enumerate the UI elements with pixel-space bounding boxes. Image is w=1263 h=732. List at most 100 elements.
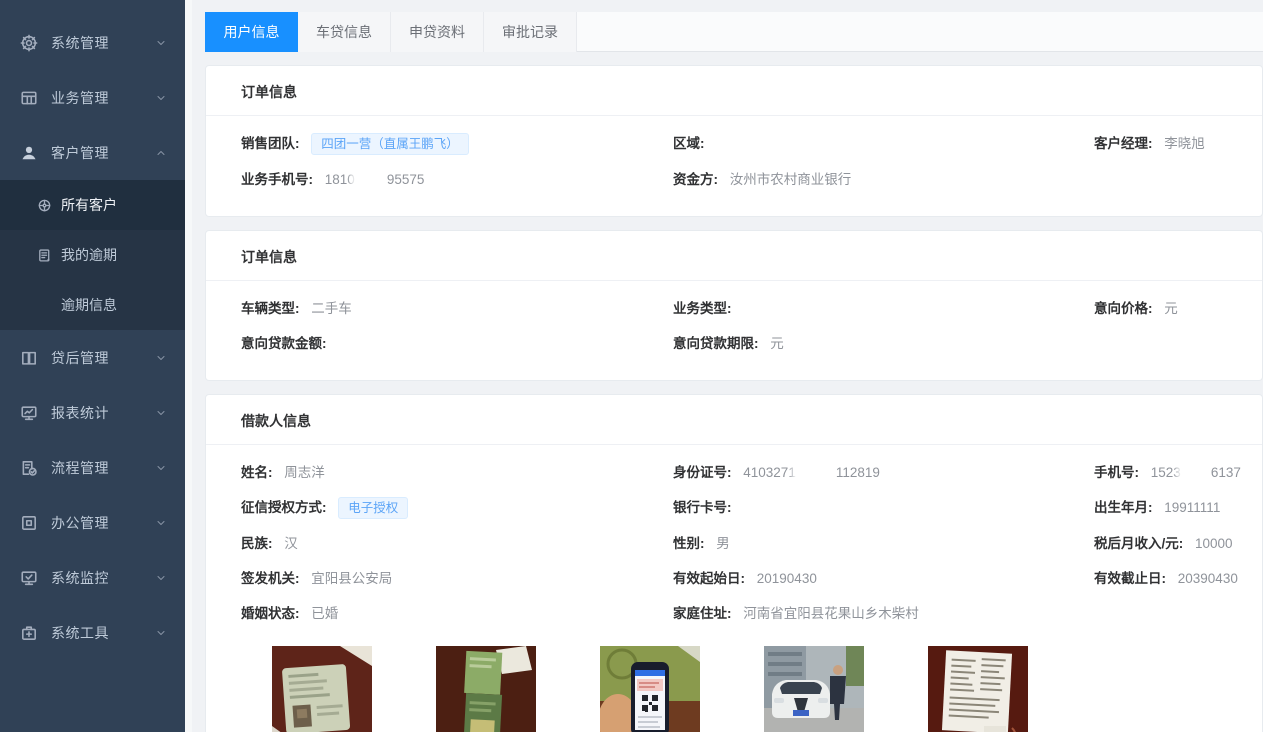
photo-item: 驾驶证照片	[436, 646, 536, 732]
sales-team-tag[interactable]: 四团一营（直属王鹏飞）	[311, 133, 469, 155]
sidebar-item-label: 办公管理	[51, 513, 155, 533]
chevron-down-icon	[155, 92, 167, 104]
field-label: 签发机关:	[241, 571, 300, 586]
chevron-down-icon	[155, 462, 167, 474]
sidebar-item-overdue-info[interactable]: 逾期信息	[0, 280, 185, 330]
field-bank-card: 银行卡号:	[673, 497, 1094, 519]
field-business-phone: 业务手机号: 181095575	[241, 169, 673, 190]
field-funder: 资金方: 汝州市农村商业银行	[673, 169, 1094, 190]
photo-item: 村委证明	[928, 646, 1028, 732]
tab-loan-application-docs[interactable]: 申贷资料	[391, 12, 484, 52]
sidebar-item-postloan-management[interactable]: 贷后管理	[0, 330, 185, 385]
sidebar-item-label: 流程管理	[51, 458, 155, 478]
tab-user-info[interactable]: 用户信息	[205, 12, 298, 52]
car-with-person-photo[interactable]	[764, 646, 864, 732]
handwritten-document-photo[interactable]	[928, 646, 1028, 732]
user-icon	[20, 144, 38, 162]
field-empty	[1094, 333, 1262, 354]
field-label: 业务手机号:	[241, 172, 313, 187]
field-vehicle-type: 车辆类型: 二手车	[241, 298, 673, 319]
redaction-blur	[1182, 465, 1210, 480]
field-credit-auth: 征信授权方式: 电子授权	[241, 497, 673, 519]
field-gender: 性别: 男	[673, 533, 1094, 554]
sidebar-item-system-management[interactable]: 系统管理	[0, 15, 185, 70]
field-label: 家庭住址:	[673, 606, 732, 621]
sidebar-item-office-management[interactable]: 办公管理	[0, 495, 185, 550]
field-label: 销售团队:	[241, 136, 300, 151]
field-label: 车辆类型:	[241, 301, 300, 316]
field-empty	[1094, 603, 1262, 624]
field-value: 周志洋	[284, 465, 325, 480]
field-birth: 出生年月: 19911111	[1094, 497, 1262, 519]
borrower-info-card: 借款人信息 姓名: 周志洋 身份证号: 4103271112819 手机号: 1…	[205, 394, 1263, 732]
field-label: 区域:	[673, 136, 705, 151]
chart-monitor-icon	[20, 404, 38, 422]
photo-thumbnails-row: 本人照	[272, 646, 1262, 732]
workflow-icon	[20, 459, 38, 477]
field-account-manager: 客户经理: 李晓旭	[1094, 133, 1262, 155]
field-label: 身份证号:	[673, 465, 732, 480]
field-value: 19911111	[1164, 500, 1220, 515]
field-value: 宜阳县公安局	[311, 571, 392, 586]
field-value: 181095575	[325, 172, 425, 187]
field-business-type: 业务类型:	[673, 298, 1094, 319]
redaction-blur	[356, 172, 386, 187]
order-info-card-1: 订单信息 销售团队: 四团一营（直属王鹏飞） 区域: 客户经理: 李晓旭	[205, 65, 1263, 217]
chevron-down-icon	[155, 517, 167, 529]
section-title: 订单信息	[206, 231, 1262, 280]
field-value: 汉	[284, 536, 298, 551]
sidebar-item-process-management[interactable]: 流程管理	[0, 440, 185, 495]
table-icon	[20, 89, 38, 107]
app-root: 系统管理 业务管理 客户管理 所有客户	[0, 0, 1263, 732]
field-value: 15236137	[1151, 465, 1241, 480]
tab-car-loan-info[interactable]: 车贷信息	[298, 12, 391, 52]
sidebar-item-my-overdue[interactable]: 我的逾期	[0, 230, 185, 280]
sidebar-item-label: 业务管理	[51, 88, 155, 108]
sidebar-item-customer-management[interactable]: 客户管理	[0, 125, 185, 180]
office-icon	[20, 514, 38, 532]
sidebar-item-report-statistics[interactable]: 报表统计	[0, 385, 185, 440]
field-label: 意向价格:	[1094, 301, 1153, 316]
field-label: 有效起始日:	[673, 571, 745, 586]
field-sales-team: 销售团队: 四团一营（直属王鹏飞）	[241, 133, 673, 155]
sidebar-item-all-customers[interactable]: 所有客户	[0, 180, 185, 230]
credit-auth-tag[interactable]: 电子授权	[338, 497, 408, 519]
field-label: 征信授权方式:	[241, 500, 327, 515]
field-value: 20390430	[1178, 571, 1238, 586]
sidebar-item-business-management[interactable]: 业务管理	[0, 70, 185, 125]
redaction-blur	[797, 465, 835, 480]
order-info-card-2: 订单信息 车辆类型: 二手车 业务类型: 意向价格: 元	[205, 230, 1263, 381]
field-value: 河南省宜阳县花果山乡木柴村	[743, 606, 919, 621]
book-icon	[20, 349, 38, 367]
document-icon	[37, 248, 52, 263]
field-label: 有效截止日:	[1094, 571, 1166, 586]
sidebar-item-label: 系统管理	[51, 33, 155, 53]
field-label: 税后月收入/元:	[1094, 536, 1183, 551]
field-label: 业务类型:	[673, 301, 732, 316]
sidebar-item-label: 客户管理	[51, 143, 155, 163]
tab-bar: 用户信息 车贷信息 申贷资料 审批记录	[205, 12, 1263, 52]
field-valid-from: 有效起始日: 20190430	[673, 568, 1094, 589]
sidebar-item-system-tools[interactable]: 系统工具	[0, 605, 185, 660]
qr-authorization-photo[interactable]	[600, 646, 700, 732]
field-label: 客户经理:	[1094, 136, 1153, 151]
main-content: 用户信息 车贷信息 申贷资料 审批记录 订单信息 销售团队: 四团一营（直属王鹏…	[185, 0, 1263, 732]
field-marital: 婚姻状态: 已婚	[241, 603, 673, 624]
gear-icon	[20, 34, 38, 52]
field-intent-loan-term: 意向贷款期限: 元	[673, 333, 1094, 354]
sidebar-subitem-label: 我的逾期	[61, 245, 117, 265]
tab-bar-spacer	[577, 12, 1263, 51]
field-value: 男	[716, 536, 730, 551]
scrollbar-track[interactable]	[185, 0, 192, 732]
field-label: 性别:	[673, 536, 705, 551]
sidebar-item-system-monitoring[interactable]: 系统监控	[0, 550, 185, 605]
field-empty	[1094, 169, 1262, 190]
field-name: 姓名: 周志洋	[241, 462, 673, 483]
id-card-photo[interactable]	[272, 646, 372, 732]
field-label: 出生年月:	[1094, 500, 1153, 515]
drivers-license-photo[interactable]	[436, 646, 536, 732]
field-address: 家庭住址: 河南省宜阳县花果山乡木柴村	[673, 603, 1094, 624]
chevron-down-icon	[155, 572, 167, 584]
tab-approval-records[interactable]: 审批记录	[484, 12, 577, 52]
sidebar-item-label: 报表统计	[51, 403, 155, 423]
